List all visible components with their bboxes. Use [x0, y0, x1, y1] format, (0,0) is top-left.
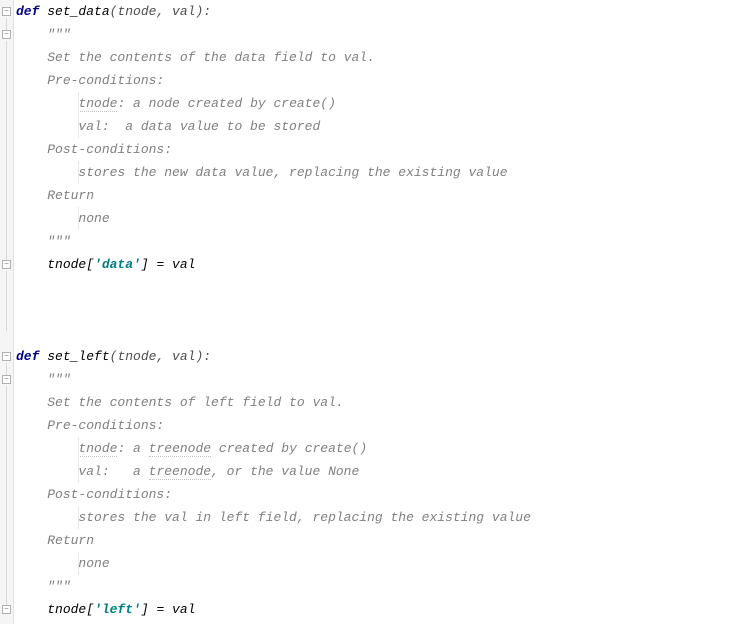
- code-line: Post-conditions:: [16, 138, 531, 161]
- string-literal: 'data': [94, 257, 141, 272]
- fold-icon[interactable]: −: [2, 30, 11, 39]
- fold-icon[interactable]: −: [2, 260, 11, 269]
- code-editor[interactable]: def set_data(tnode, val): """ Set the co…: [14, 0, 531, 621]
- params: (tnode, val):: [110, 4, 211, 19]
- docstring-text: Set the contents of the data field to va…: [47, 50, 375, 65]
- code-line: Set the contents of left field to val.: [16, 391, 531, 414]
- code-line: none: [16, 552, 531, 575]
- docstring-text: stores the new data value, replacing the…: [47, 165, 507, 180]
- params: (tnode, val):: [110, 349, 211, 364]
- docstring-text: Pre-conditions:: [47, 73, 164, 88]
- code-line: """: [16, 23, 531, 46]
- code-text: tnode[: [47, 602, 94, 617]
- code-line: stores the val in left field, replacing …: [16, 506, 531, 529]
- code-line: stores the new data value, replacing the…: [16, 161, 531, 184]
- docstring-text: : a node created by create(): [117, 96, 335, 111]
- fold-icon[interactable]: −: [2, 605, 11, 614]
- docstring-text: treenode: [149, 464, 211, 480]
- editor-gutter: − − − − − −: [0, 0, 14, 624]
- code-line: def set_data(tnode, val):: [16, 0, 531, 23]
- docstring-quotes: """: [47, 27, 70, 42]
- code-line: Return: [16, 184, 531, 207]
- code-line: Pre-conditions:: [16, 69, 531, 92]
- code-text: ] = val: [141, 602, 196, 617]
- fold-icon[interactable]: −: [2, 375, 11, 384]
- string-literal: 'left': [94, 602, 141, 617]
- code-text: tnode[: [47, 257, 94, 272]
- code-line: def set_left(tnode, val):: [16, 345, 531, 368]
- docstring-text: tnode: [78, 441, 117, 457]
- keyword-def: def: [16, 349, 47, 364]
- code-line: """: [16, 575, 531, 598]
- code-line: tnode['left'] = val: [16, 598, 531, 621]
- docstring-quotes: """: [47, 234, 70, 249]
- function-name: set_left: [47, 349, 109, 364]
- code-line: """: [16, 230, 531, 253]
- code-line: tnode: a node created by create(): [16, 92, 531, 115]
- code-line: Pre-conditions:: [16, 414, 531, 437]
- docstring-text: Post-conditions:: [47, 487, 172, 502]
- docstring-text: tnode: [78, 96, 117, 112]
- code-text: ] = val: [141, 257, 196, 272]
- docstring-quotes: """: [47, 579, 70, 594]
- docstring-quotes: """: [47, 372, 70, 387]
- fold-icon[interactable]: −: [2, 352, 11, 361]
- code-line: Return: [16, 529, 531, 552]
- docstring-text: val: a data value to be stored: [47, 119, 320, 134]
- docstring-text: Pre-conditions:: [47, 418, 164, 433]
- docstring-text: Return: [47, 533, 94, 548]
- code-line: Post-conditions:: [16, 483, 531, 506]
- function-name: set_data: [47, 4, 109, 19]
- docstring-text: Post-conditions:: [47, 142, 172, 157]
- code-line: """: [16, 368, 531, 391]
- keyword-def: def: [16, 4, 47, 19]
- code-line: tnode: a treenode created by create(): [16, 437, 531, 460]
- docstring-text: Return: [47, 188, 94, 203]
- code-line: none: [16, 207, 531, 230]
- code-line: Set the contents of the data field to va…: [16, 46, 531, 69]
- fold-icon[interactable]: −: [2, 7, 11, 16]
- code-line: tnode['data'] = val: [16, 253, 531, 276]
- docstring-text: Set the contents of left field to val.: [47, 395, 343, 410]
- docstring-text: treenode: [149, 441, 211, 457]
- docstring-text: stores the val in left field, replacing …: [47, 510, 531, 525]
- code-line: val: a data value to be stored: [16, 115, 531, 138]
- code-line: val: a treenode, or the value None: [16, 460, 531, 483]
